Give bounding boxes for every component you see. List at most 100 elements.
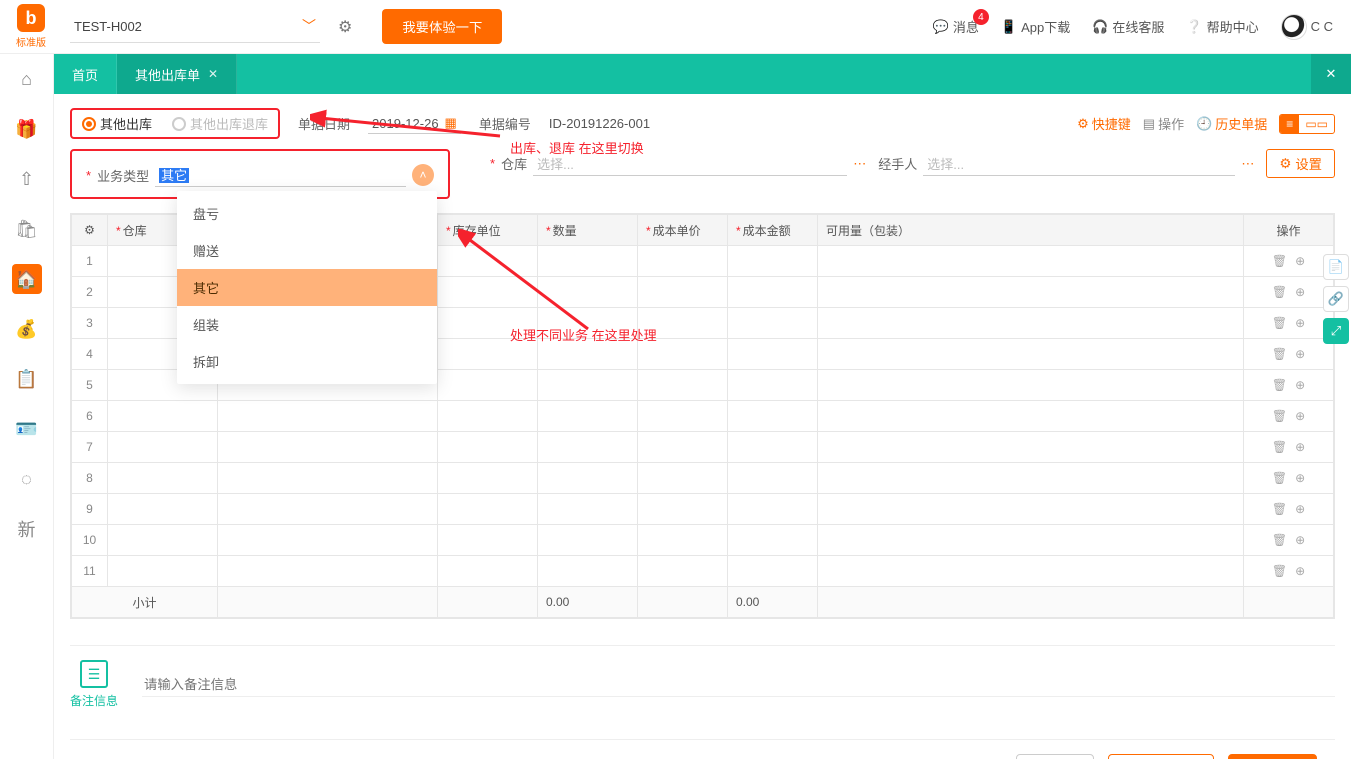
bill-date-field[interactable]: 2019-12-26 ▦ — [368, 113, 461, 134]
add-row-icon[interactable]: ⊕ — [1295, 254, 1305, 268]
radio-other-out-return[interactable]: 其他出库退库 — [172, 114, 268, 133]
add-row-icon[interactable]: ⊕ — [1295, 564, 1305, 578]
delete-icon[interactable]: 🗑 — [1272, 254, 1287, 268]
delete-icon[interactable]: 🗑 — [1272, 285, 1287, 299]
add-row-icon[interactable]: ⊕ — [1295, 316, 1305, 330]
nav-gift-icon[interactable]: 🎁 — [12, 114, 42, 144]
subtotal-row: 小计 0.00 0.00 — [72, 587, 1334, 618]
row-ops: 🗑⊕ — [1244, 370, 1334, 401]
table-row[interactable]: 6🗑⊕ — [72, 401, 1334, 432]
rail-note-icon[interactable]: 📄 — [1323, 254, 1349, 280]
bill-header-row: 其他出库 其他出库退库 单据日期 2019-12-26 ▦ 单据编号 ID-20… — [70, 108, 1335, 139]
avatar — [1281, 14, 1307, 40]
dropdown-item[interactable]: 盘亏 — [177, 195, 437, 232]
operate-link[interactable]: ▤操作 — [1143, 114, 1184, 133]
online-service-button[interactable]: 🎧 在线客服 — [1092, 17, 1164, 36]
rail-expand-icon[interactable]: ⤢ — [1323, 318, 1349, 344]
more-icon[interactable]: ⋯ — [1241, 156, 1256, 172]
nav-clipboard-icon[interactable]: 📋 — [12, 364, 42, 394]
add-row-icon[interactable]: ⊕ — [1295, 285, 1305, 299]
nav-id-icon[interactable]: 🪪 — [12, 414, 42, 444]
topbar-right: 💬 消息 4 📱 App下载 🎧 在线客服 ❔ 帮助中心 C C — [933, 14, 1333, 40]
org-settings-gear-icon[interactable]: ⚙ — [338, 17, 352, 37]
rail-link-icon[interactable]: 🔗 — [1323, 286, 1349, 312]
row-index: 9 — [72, 494, 108, 525]
hotkey-link[interactable]: ⚙快捷键 — [1077, 114, 1131, 133]
table-row[interactable]: 10🗑⊕ — [72, 525, 1334, 556]
help-center-button[interactable]: ❔ 帮助中心 — [1186, 17, 1258, 36]
delete-icon[interactable]: 🗑 — [1272, 564, 1287, 578]
grid-icon: ▤ — [1143, 116, 1155, 132]
view-list-icon[interactable]: ≡ — [1280, 115, 1299, 133]
row-ops: 🗑⊕ — [1244, 494, 1334, 525]
table-row[interactable]: 11 🗑 ⊕ — [72, 556, 1334, 587]
nav-new-icon[interactable]: 新 — [12, 514, 42, 544]
delete-icon[interactable]: 🗑 — [1272, 347, 1287, 361]
org-selector[interactable]: TEST-H002 ﹀ — [70, 10, 320, 43]
delete-icon[interactable]: 🗑 — [1272, 502, 1287, 516]
nav-bag-icon[interactable]: 🛍 — [12, 214, 42, 244]
row-index: 11 — [72, 556, 108, 587]
col-qty: *数量 — [538, 215, 638, 246]
more-icon[interactable]: ⋯ — [853, 156, 868, 172]
remark-section: ☰ 备注信息 — [70, 645, 1335, 729]
col-cost-price: *成本单价 — [638, 215, 728, 246]
top-bar: b 标准版 TEST-H002 ﹀ ⚙ 我要体验一下 💬 消息 4 📱 App下… — [0, 0, 1351, 54]
chevron-up-icon[interactable]: ˄ — [412, 164, 434, 186]
nav-warehouse-icon[interactable]: 🏠 — [12, 264, 42, 294]
table-row[interactable]: 7🗑⊕ — [72, 432, 1334, 463]
dropdown-item[interactable]: 赠送 — [177, 232, 437, 269]
biztype-field[interactable]: * 业务类型 其它 ˄ — [86, 163, 434, 187]
radio-other-out[interactable]: 其他出库 — [82, 114, 152, 133]
remark-input[interactable] — [142, 673, 1335, 697]
subtotal-cost-amount: 0.00 — [728, 587, 818, 618]
close-icon[interactable]: ✕ — [208, 67, 218, 81]
page-tabs: 首页 其他出库单 ✕ ✕ — [54, 54, 1351, 94]
row-ops: 🗑⊕ — [1244, 525, 1334, 556]
save-button[interactable]: 保存 ▾ — [1228, 754, 1317, 759]
delete-icon[interactable]: 🗑 — [1272, 409, 1287, 423]
dropdown-item-selected[interactable]: 其它 — [177, 269, 437, 306]
save-draft-button[interactable]: 保存草稿 — [1108, 754, 1214, 759]
add-row-icon[interactable]: ⊕ — [1295, 533, 1305, 547]
delete-icon[interactable]: 🗑 — [1272, 378, 1287, 392]
warehouse-field[interactable]: * 仓库 选择... ⋯ — [490, 152, 868, 176]
bolt-icon: ⚙ — [1077, 116, 1089, 132]
radio-dot-icon — [82, 117, 96, 131]
nav-home-icon[interactable]: ⌂ — [12, 64, 42, 94]
history-link[interactable]: 🕘历史单据 — [1196, 114, 1267, 133]
user-menu[interactable]: C C — [1281, 14, 1333, 40]
delete-icon[interactable]: 🗑 — [1272, 471, 1287, 485]
col-cost-amount: *成本金额 — [728, 215, 818, 246]
row-index: 10 — [72, 525, 108, 556]
table-row[interactable]: 9🗑⊕ — [72, 494, 1334, 525]
nav-house-up-icon[interactable]: ⇧ — [12, 164, 42, 194]
biztype-value: 其它 — [155, 163, 406, 187]
bill-no-value: ID-20191226-001 — [549, 116, 650, 131]
row-ops: 🗑⊕ — [1244, 339, 1334, 370]
delete-icon[interactable]: 🗑 — [1272, 316, 1287, 330]
handler-field[interactable]: 经手人 选择... ⋯ — [878, 152, 1256, 176]
message-icon: 💬 — [933, 19, 949, 35]
app-download-button[interactable]: 📱 App下载 — [1001, 17, 1070, 36]
tab-home[interactable]: 首页 — [54, 54, 117, 94]
add-row-icon[interactable]: ⊕ — [1295, 440, 1305, 454]
nav-loading-icon[interactable]: ◌ — [12, 464, 42, 494]
dropdown-item[interactable]: 拆卸 — [177, 343, 437, 380]
add-row-icon[interactable]: ⊕ — [1295, 347, 1305, 361]
discard-button[interactable]: 放弃 — [1016, 754, 1094, 759]
nav-money-icon[interactable]: 💰 — [12, 314, 42, 344]
add-row-icon[interactable]: ⊕ — [1295, 471, 1305, 485]
delete-icon[interactable]: 🗑 — [1272, 440, 1287, 454]
headset-icon: 🎧 — [1092, 19, 1108, 35]
dropdown-item[interactable]: 组装 — [177, 306, 437, 343]
add-row-icon[interactable]: ⊕ — [1295, 409, 1305, 423]
try-button[interactable]: 我要体验一下 — [382, 9, 502, 44]
add-row-icon[interactable]: ⊕ — [1295, 378, 1305, 392]
messages-button[interactable]: 💬 消息 4 — [933, 17, 979, 36]
table-row[interactable]: 8🗑⊕ — [72, 463, 1334, 494]
col-settings-gear-icon[interactable]: ⚙ — [72, 215, 108, 246]
add-row-icon[interactable]: ⊕ — [1295, 502, 1305, 516]
tab-other-out[interactable]: 其他出库单 ✕ — [117, 54, 237, 94]
delete-icon[interactable]: 🗑 — [1272, 533, 1287, 547]
